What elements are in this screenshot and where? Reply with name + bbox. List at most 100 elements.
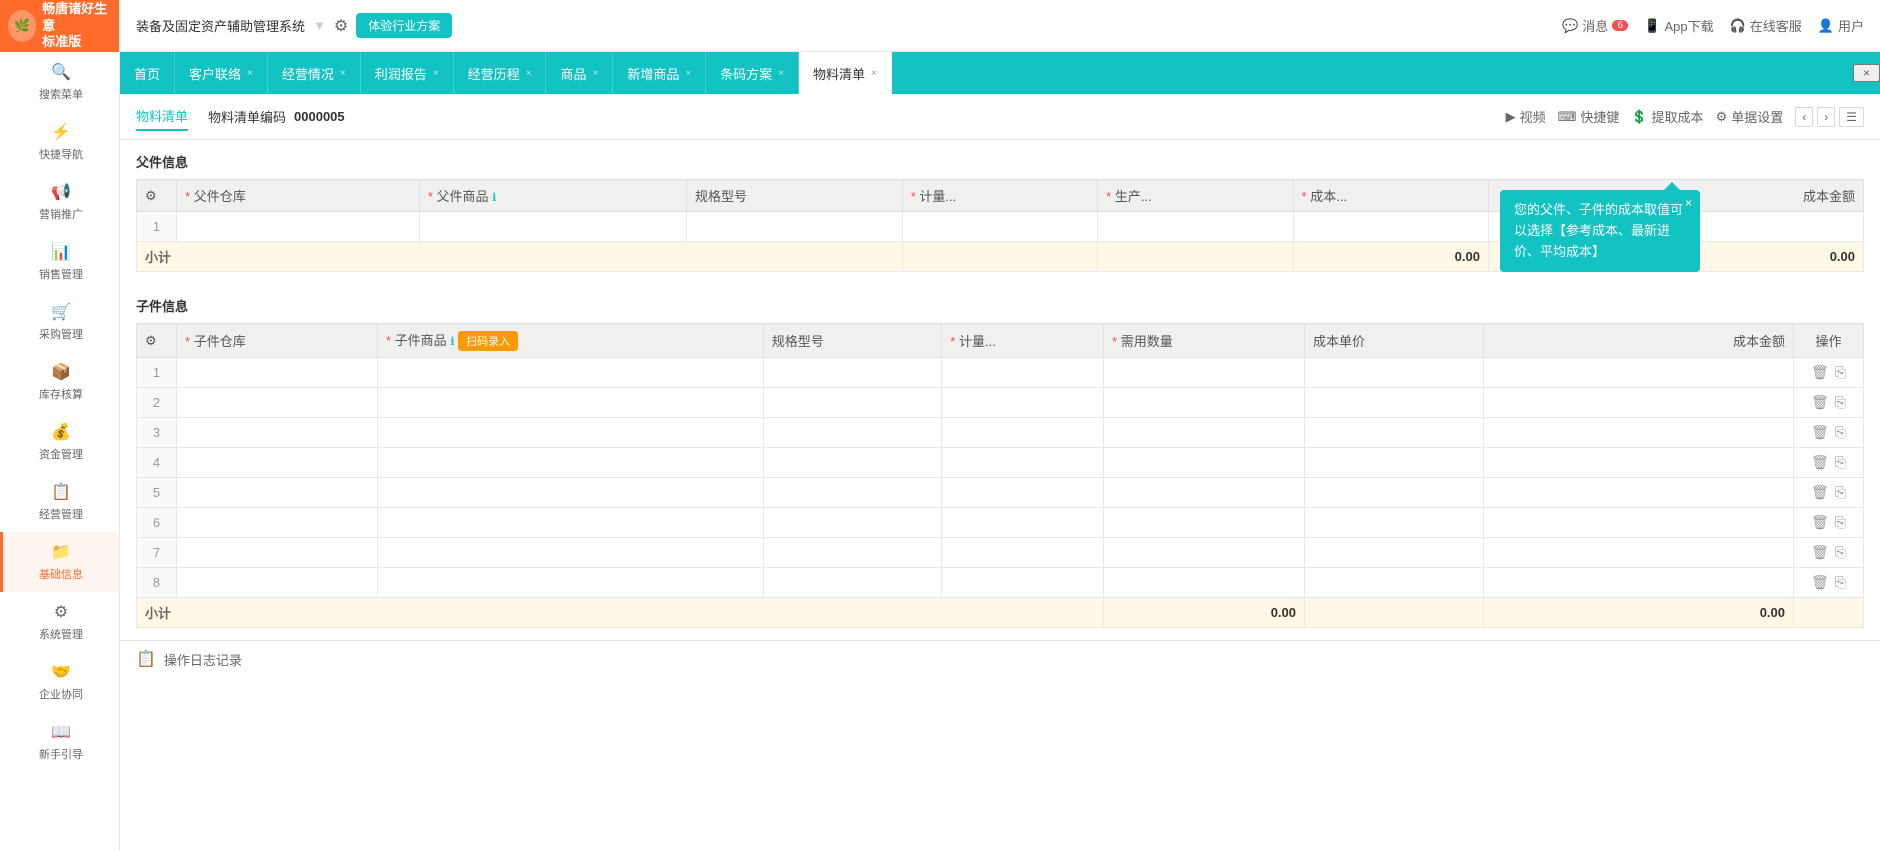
menu-arrow[interactable]: ☰ xyxy=(1839,107,1864,127)
child-warehouse-cell[interactable] xyxy=(177,568,378,598)
child-spec-cell[interactable] xyxy=(763,358,942,388)
sidebar-item-purchase[interactable]: 🛒 采购管理 xyxy=(0,292,119,352)
copy-icon[interactable]: ⎘ xyxy=(1835,514,1846,531)
delete-icon[interactable]: 🗑 xyxy=(1811,394,1829,411)
settings-icon[interactable]: ⚙ xyxy=(334,16,348,36)
tab-close-barcode[interactable]: × xyxy=(778,68,784,79)
delete-icon[interactable]: 🗑 xyxy=(1811,484,1829,501)
child-qty-cell[interactable] xyxy=(1104,538,1305,568)
parent-col-settings[interactable]: ⚙ xyxy=(137,180,177,212)
parent-goods-cell[interactable] xyxy=(419,212,686,242)
child-goods-cell[interactable] xyxy=(377,388,763,418)
tab-close-goods[interactable]: × xyxy=(592,68,598,79)
child-spec-cell[interactable] xyxy=(763,418,942,448)
parent-cost-cell[interactable] xyxy=(1293,212,1488,242)
child-spec-cell[interactable] xyxy=(763,388,942,418)
copy-icon[interactable]: ⎘ xyxy=(1835,394,1846,411)
child-unit-cell[interactable] xyxy=(942,418,1104,448)
child-unit-price-cell[interactable] xyxy=(1305,388,1484,418)
shortcut-action[interactable]: ⌨ 快捷键 xyxy=(1558,107,1620,126)
nav-tab-bom[interactable]: 物料清单× xyxy=(799,52,892,94)
child-qty-cell[interactable] xyxy=(1104,388,1305,418)
child-goods-cell[interactable] xyxy=(377,448,763,478)
child-unit-price-cell[interactable] xyxy=(1305,508,1484,538)
child-warehouse-cell[interactable] xyxy=(177,508,378,538)
delete-icon[interactable]: 🗑 xyxy=(1811,514,1829,531)
nav-tab-customer[interactable]: 客户联络× xyxy=(175,52,268,94)
copy-icon[interactable]: ⎘ xyxy=(1835,544,1846,561)
global-close-button[interactable]: × xyxy=(1853,64,1880,82)
child-col-settings[interactable]: ⚙ xyxy=(137,324,177,358)
trial-button[interactable]: 体验行业方案 xyxy=(356,13,452,38)
child-goods-cell[interactable] xyxy=(377,478,763,508)
prev-arrow[interactable]: ‹ xyxy=(1795,107,1813,127)
child-qty-cell[interactable] xyxy=(1104,478,1305,508)
sidebar-item-operations[interactable]: 📋 经营管理 xyxy=(0,472,119,532)
nav-tab-operations-status[interactable]: 经营情况× xyxy=(268,52,361,94)
child-goods-cell[interactable] xyxy=(377,418,763,448)
child-unit-cell[interactable] xyxy=(942,448,1104,478)
child-warehouse-cell[interactable] xyxy=(177,388,378,418)
child-goods-cell[interactable] xyxy=(377,568,763,598)
delete-icon[interactable]: 🗑 xyxy=(1811,544,1829,561)
nav-tab-home[interactable]: 首页 xyxy=(120,52,175,94)
child-unit-cell[interactable] xyxy=(942,478,1104,508)
delete-icon[interactable]: 🗑 xyxy=(1811,424,1829,441)
nav-tab-goods[interactable]: 商品× xyxy=(546,52,613,94)
child-qty-cell[interactable] xyxy=(1104,358,1305,388)
child-unit-cell[interactable] xyxy=(942,568,1104,598)
child-qty-cell[interactable] xyxy=(1104,448,1305,478)
sidebar-item-search[interactable]: 🔍 搜索菜单 xyxy=(0,52,119,112)
child-warehouse-cell[interactable] xyxy=(177,538,378,568)
sidebar-item-inventory[interactable]: 📦 库存核算 xyxy=(0,352,119,412)
child-spec-cell[interactable] xyxy=(763,478,942,508)
child-unit-cell[interactable] xyxy=(942,358,1104,388)
tab-close-customer[interactable]: × xyxy=(247,68,253,79)
child-unit-price-cell[interactable] xyxy=(1305,478,1484,508)
single-settings-action[interactable]: ⚙ 单据设置 xyxy=(1716,107,1784,126)
extract-cost-action[interactable]: 💲 提取成本 xyxy=(1631,107,1703,126)
child-unit-cell[interactable] xyxy=(942,388,1104,418)
tooltip-close[interactable]: × xyxy=(1685,194,1692,213)
child-warehouse-cell[interactable] xyxy=(177,448,378,478)
sub-tab-bom-list[interactable]: 物料清单 xyxy=(136,102,188,131)
child-unit-cell[interactable] xyxy=(942,538,1104,568)
child-qty-cell[interactable] xyxy=(1104,418,1305,448)
nav-tab-operations-history[interactable]: 经营历程× xyxy=(454,52,547,94)
sidebar-item-enterprise[interactable]: 🤝 企业协同 xyxy=(0,652,119,712)
tab-close-new-goods[interactable]: × xyxy=(685,68,691,79)
copy-icon[interactable]: ⎘ xyxy=(1835,454,1846,471)
sidebar-item-finance[interactable]: 💰 资金管理 xyxy=(0,412,119,472)
copy-icon[interactable]: ⎘ xyxy=(1835,484,1846,501)
app-download-action[interactable]: 📱 App下载 xyxy=(1644,16,1713,35)
child-spec-cell[interactable] xyxy=(763,538,942,568)
copy-icon[interactable]: ⎘ xyxy=(1835,424,1846,441)
child-spec-cell[interactable] xyxy=(763,568,942,598)
child-warehouse-cell[interactable] xyxy=(177,418,378,448)
child-unit-price-cell[interactable] xyxy=(1305,448,1484,478)
child-goods-cell[interactable] xyxy=(377,508,763,538)
user-action[interactable]: 👤 用户 xyxy=(1818,16,1864,35)
nav-tab-profit-report[interactable]: 利润报告× xyxy=(361,52,454,94)
tab-close-bom[interactable]: × xyxy=(871,68,877,79)
sidebar-item-basic-info[interactable]: 📁 基础信息 xyxy=(0,532,119,592)
copy-icon[interactable]: ⎘ xyxy=(1835,574,1846,591)
next-arrow[interactable]: › xyxy=(1817,107,1835,127)
sidebar-item-guide[interactable]: 📖 新手引导 xyxy=(0,712,119,772)
parent-unit-cell[interactable] xyxy=(902,212,1097,242)
video-action[interactable]: ▶ 视频 xyxy=(1506,107,1546,126)
delete-icon[interactable]: 🗑 xyxy=(1811,454,1829,471)
child-unit-cell[interactable] xyxy=(942,508,1104,538)
sidebar-item-marketing[interactable]: 📢 营销推广 xyxy=(0,172,119,232)
sidebar-item-quick-nav[interactable]: ⚡ 快捷导航 xyxy=(0,112,119,172)
tab-close-operations-status[interactable]: × xyxy=(340,68,346,79)
delete-icon[interactable]: 🗑 xyxy=(1811,364,1829,381)
sidebar-item-sales[interactable]: 📊 销售管理 xyxy=(0,232,119,292)
tab-close-profit-report[interactable]: × xyxy=(433,68,439,79)
copy-icon[interactable]: ⎘ xyxy=(1835,364,1846,381)
child-goods-cell[interactable] xyxy=(377,538,763,568)
online-service-action[interactable]: 🎧 在线客服 xyxy=(1730,16,1802,35)
message-action[interactable]: 💬 消息 6 xyxy=(1562,16,1628,35)
child-qty-cell[interactable] xyxy=(1104,568,1305,598)
tab-close-operations-history[interactable]: × xyxy=(526,68,532,79)
